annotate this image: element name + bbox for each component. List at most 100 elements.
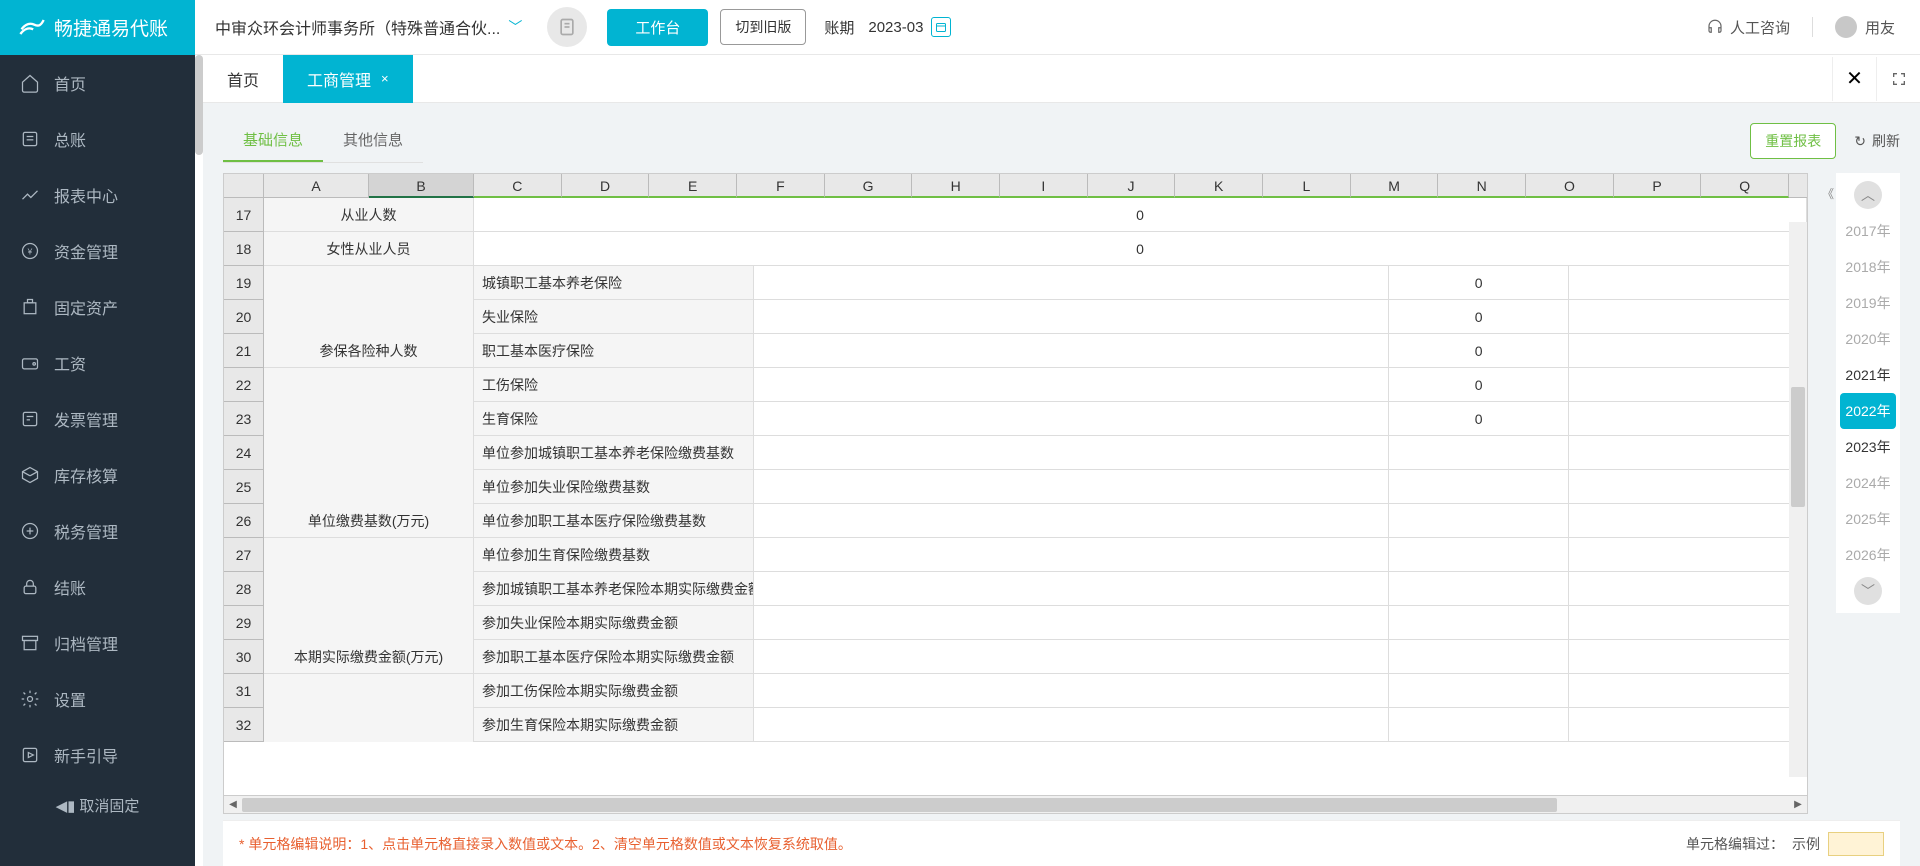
year-item[interactable]: 2019年	[1840, 285, 1896, 321]
year-down-button[interactable]: ﹀	[1854, 577, 1882, 605]
cell[interactable]	[1569, 606, 1807, 640]
sidebar-scrollbar[interactable]	[195, 55, 203, 155]
row-header[interactable]: 26	[224, 504, 264, 538]
cell-value[interactable]	[1389, 436, 1569, 470]
row-label-ab[interactable]	[264, 436, 474, 470]
cell[interactable]	[754, 504, 1389, 538]
cell[interactable]	[754, 334, 1389, 368]
cell[interactable]	[754, 606, 1389, 640]
row-label-ab[interactable]	[264, 470, 474, 504]
row-label-ab[interactable]	[264, 708, 474, 742]
row-label-ab[interactable]: 参保各险种人数	[264, 334, 474, 368]
reset-report-button[interactable]: 重置报表	[1750, 123, 1836, 159]
sidebar-item-assets[interactable]: 固定资产	[0, 279, 195, 335]
vertical-scrollbar[interactable]	[1789, 222, 1807, 777]
row-header[interactable]: 23	[224, 402, 264, 436]
row-label-c[interactable]: 参加失业保险本期实际缴费金额	[474, 606, 754, 640]
company-selector[interactable]: 中审众环会计师事务所（特殊普通合伙... ﹀	[215, 15, 522, 39]
row-label-ab[interactable]	[264, 538, 474, 572]
cell[interactable]	[1569, 402, 1807, 436]
row-header[interactable]: 22	[224, 368, 264, 402]
year-item[interactable]: 2018年	[1840, 249, 1896, 285]
row-label-c[interactable]: 城镇职工基本养老保险	[474, 266, 754, 300]
row-label-ab[interactable]	[264, 266, 474, 300]
consult-link[interactable]: 人工咨询	[1706, 17, 1790, 38]
spreadsheet[interactable]: ABCDEFGHIJKLMNOPQ 17从业人数018女性从业人员019城镇职工…	[223, 173, 1808, 814]
switch-old-button[interactable]: 切到旧版	[720, 9, 806, 45]
cell[interactable]	[1569, 368, 1807, 402]
cell[interactable]	[1569, 538, 1807, 572]
row-header[interactable]: 17	[224, 198, 264, 232]
row-header[interactable]: 18	[224, 232, 264, 266]
close-all-tabs-button[interactable]: ✕	[1832, 57, 1876, 101]
year-item[interactable]: 2017年	[1840, 213, 1896, 249]
cell[interactable]	[754, 300, 1389, 334]
cell-value[interactable]	[1389, 674, 1569, 708]
cell-value[interactable]: 0	[1389, 300, 1569, 334]
corner-cell[interactable]	[224, 174, 264, 198]
workspace-button[interactable]: 工作台	[607, 9, 708, 46]
row-label-c[interactable]: 单位参加职工基本医疗保险缴费基数	[474, 504, 754, 538]
document-icon-button[interactable]	[547, 7, 587, 47]
cell[interactable]	[1569, 640, 1807, 674]
column-header-F[interactable]: F	[737, 174, 825, 198]
tab-business-admin[interactable]: 工商管理 ×	[283, 55, 413, 103]
row-label-c[interactable]: 生育保险	[474, 402, 754, 436]
column-header-K[interactable]: K	[1175, 174, 1263, 198]
column-header-H[interactable]: H	[912, 174, 1000, 198]
user-menu[interactable]: 用友	[1835, 16, 1895, 38]
row-header[interactable]: 20	[224, 300, 264, 334]
row-header[interactable]: 30	[224, 640, 264, 674]
year-item[interactable]: 2026年	[1840, 537, 1896, 573]
cell[interactable]	[754, 708, 1389, 742]
cell-value[interactable]	[1389, 640, 1569, 674]
row-label-ab[interactable]: 本期实际缴费金额(万元)	[264, 640, 474, 674]
cell[interactable]	[754, 640, 1389, 674]
row-label-ab[interactable]	[264, 572, 474, 606]
cell-value[interactable]	[1389, 572, 1569, 606]
cell[interactable]	[754, 266, 1389, 300]
cell[interactable]	[754, 436, 1389, 470]
year-item[interactable]: 2020年	[1840, 321, 1896, 357]
year-item[interactable]: 2023年	[1840, 429, 1896, 465]
year-collapse-button[interactable]: 《	[1820, 173, 1836, 213]
cell-value[interactable]: 0	[474, 198, 1807, 232]
grid-body[interactable]: 17从业人数018女性从业人员019城镇职工基本养老保险020失业保险021参保…	[224, 198, 1807, 795]
cell[interactable]	[1569, 470, 1807, 504]
column-header-I[interactable]: I	[1000, 174, 1088, 198]
cell-value[interactable]: 0	[1389, 334, 1569, 368]
row-header[interactable]: 29	[224, 606, 264, 640]
unpin-button[interactable]: ◀▮ 取消固定	[0, 783, 195, 828]
row-label-c[interactable]: 工伤保险	[474, 368, 754, 402]
column-header-P[interactable]: P	[1614, 174, 1702, 198]
row-header[interactable]: 21	[224, 334, 264, 368]
column-header-L[interactable]: L	[1263, 174, 1351, 198]
cell[interactable]	[1569, 334, 1807, 368]
vertical-scroll-thumb[interactable]	[1791, 387, 1805, 507]
row-header[interactable]: 31	[224, 674, 264, 708]
cell[interactable]	[1569, 572, 1807, 606]
row-label-ab[interactable]	[264, 300, 474, 334]
subtab-other[interactable]: 其他信息	[323, 119, 423, 162]
period-value[interactable]: 2023-03	[868, 19, 923, 36]
sidebar-item-funds[interactable]: ¥资金管理	[0, 223, 195, 279]
cell-value[interactable]	[1389, 708, 1569, 742]
cell[interactable]	[754, 470, 1389, 504]
cell-value[interactable]	[1389, 538, 1569, 572]
sidebar-item-guide[interactable]: 新手引导	[0, 727, 195, 783]
row-label-c[interactable]: 参加职工基本医疗保险本期实际缴费金额	[474, 640, 754, 674]
cell[interactable]	[1569, 266, 1807, 300]
row-label-c[interactable]: 单位参加失业保险缴费基数	[474, 470, 754, 504]
row-label-ab[interactable]: 女性从业人员	[264, 232, 474, 266]
row-header[interactable]: 27	[224, 538, 264, 572]
column-header-D[interactable]: D	[562, 174, 650, 198]
row-label-c[interactable]: 职工基本医疗保险	[474, 334, 754, 368]
cell[interactable]	[1569, 436, 1807, 470]
sidebar-item-inventory[interactable]: 库存核算	[0, 447, 195, 503]
cell[interactable]	[754, 674, 1389, 708]
row-label-ab[interactable]: 从业人数	[264, 198, 474, 232]
column-header-B[interactable]: B	[369, 174, 474, 198]
row-label-ab[interactable]	[264, 368, 474, 402]
year-item[interactable]: 2025年	[1840, 501, 1896, 537]
row-header[interactable]: 19	[224, 266, 264, 300]
